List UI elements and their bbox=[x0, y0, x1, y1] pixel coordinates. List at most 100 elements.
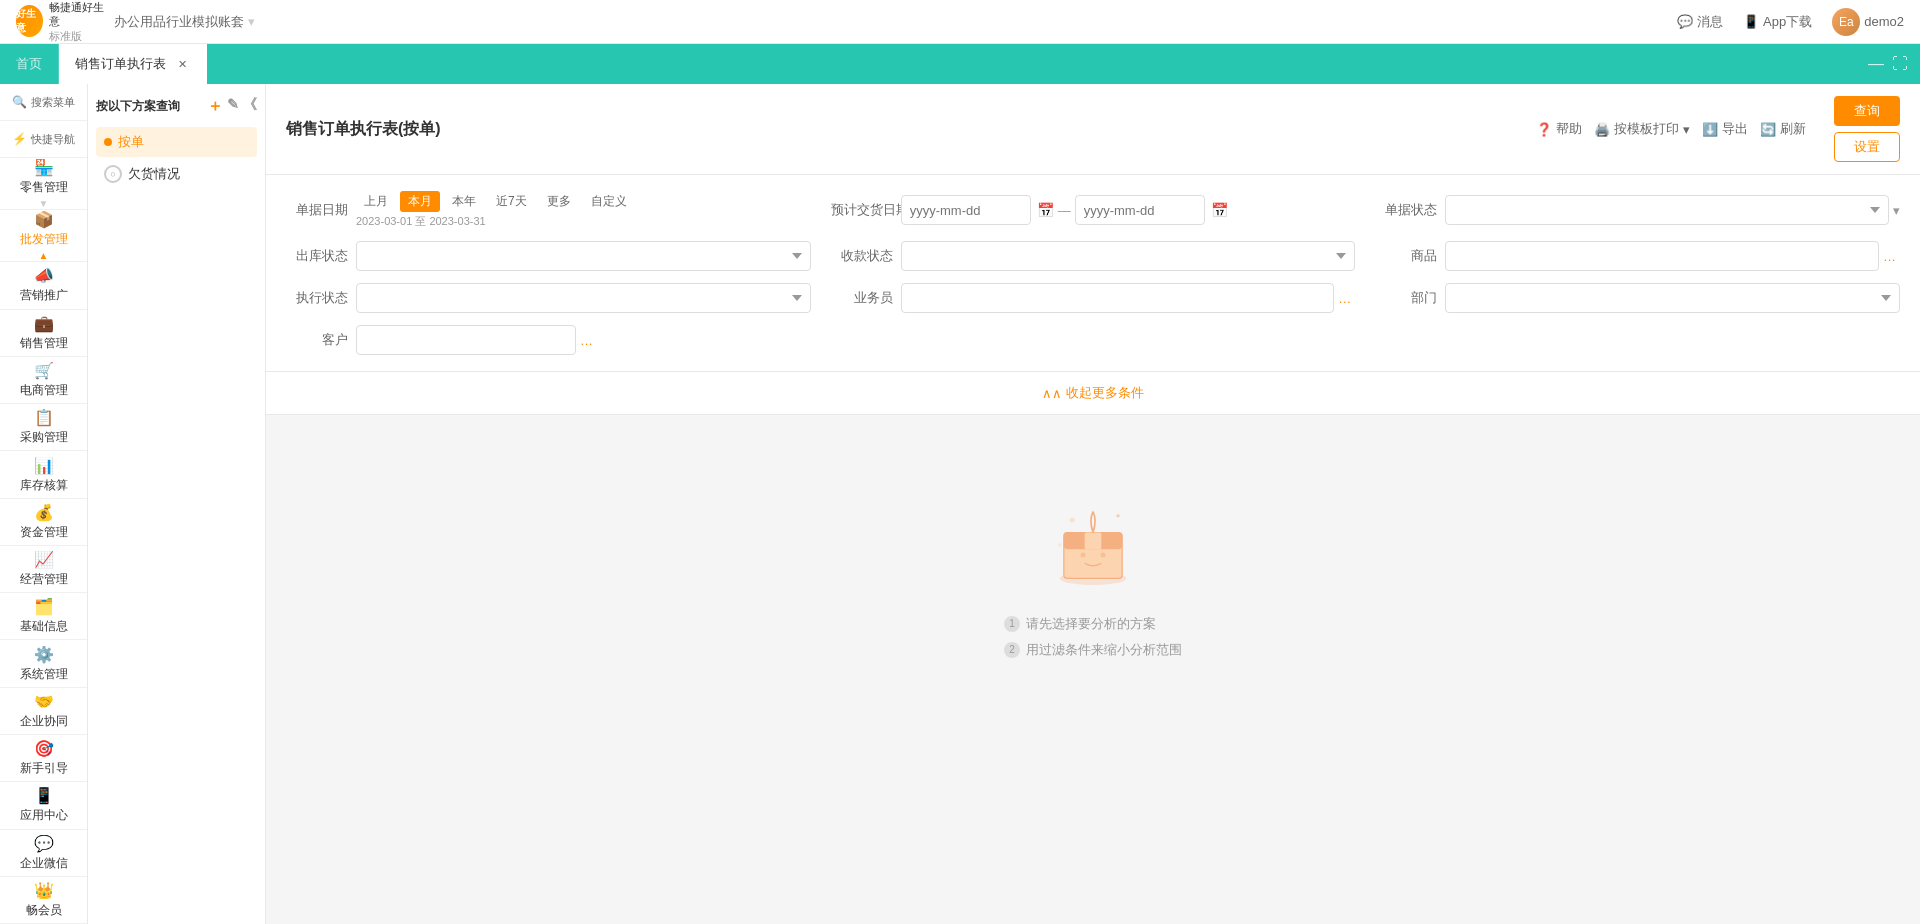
svg-rect-3 bbox=[1085, 533, 1102, 550]
maximize-window-button[interactable]: ⛶ bbox=[1892, 55, 1908, 73]
receipt-status-select[interactable] bbox=[901, 241, 1356, 271]
product-field: 商品 … bbox=[1375, 241, 1900, 271]
system-icon: ⚙️ bbox=[34, 645, 54, 664]
page-title: 销售订单执行表(按单) bbox=[286, 119, 441, 140]
dept-select[interactable] bbox=[1445, 283, 1900, 313]
sidebar-item-ecommerce[interactable]: 🛒 电商管理 bbox=[0, 357, 87, 404]
breadcrumb[interactable]: 办公用品行业模拟账套 ▾ bbox=[104, 13, 1677, 31]
print-dropdown-icon: ▾ bbox=[1683, 122, 1690, 137]
inventory-icon: 📊 bbox=[34, 456, 54, 475]
sidebar-item-marketing[interactable]: 📣 营销推广 bbox=[0, 262, 87, 309]
svg-point-4 bbox=[1070, 518, 1075, 523]
add-scheme-button[interactable]: ＋ bbox=[207, 96, 223, 117]
date-tab-this-year[interactable]: 本年 bbox=[444, 191, 484, 212]
search-icon: 🔍 bbox=[12, 95, 27, 109]
filter-row-3: 执行状态 业务员 … 部门 bbox=[286, 283, 1900, 313]
sidebar-item-system[interactable]: ⚙️ 系统管理 bbox=[0, 640, 87, 687]
sidebar-item-enterprise[interactable]: 🤝 企业协同 bbox=[0, 688, 87, 735]
empty-tip-1: 1 请先选择要分析的方案 bbox=[1004, 611, 1182, 637]
sidebar-item-finance[interactable]: 💰 资金管理 bbox=[0, 499, 87, 546]
newbie-icon: 🎯 bbox=[34, 739, 54, 758]
svg-point-7 bbox=[1081, 553, 1086, 558]
left-panel-actions: ＋ ✎ 《 bbox=[207, 96, 257, 117]
message-button[interactable]: 💬 消息 bbox=[1677, 13, 1723, 31]
edit-scheme-button[interactable]: ✎ bbox=[227, 96, 239, 117]
sidebar-item-sales[interactable]: 💼 销售管理 bbox=[0, 310, 87, 357]
scheme-item-欠货情况[interactable]: ○ 欠货情况 bbox=[96, 159, 257, 189]
filter-area: 单据日期 上月 本月 本年 近7天 更多 自定义 2023-03-01 至 20… bbox=[266, 175, 1920, 372]
tab-home[interactable]: 首页 bbox=[0, 44, 59, 84]
tip-num-1: 1 bbox=[1004, 616, 1020, 632]
tab-sales-order[interactable]: 销售订单执行表 ✕ bbox=[59, 44, 207, 84]
print-icon: 🖨️ bbox=[1594, 122, 1610, 137]
sidebar-item-member[interactable]: 👑 畅会员 bbox=[0, 877, 87, 924]
date-tab-last-7[interactable]: 近7天 bbox=[488, 191, 535, 212]
message-icon: 💬 bbox=[1677, 14, 1693, 29]
top-header: 好生意 畅捷通好生意 标准版 办公用品行业模拟账套 ▾ 💬 消息 📱 App下载… bbox=[0, 0, 1920, 44]
svg-point-6 bbox=[1058, 543, 1061, 546]
app-download-button[interactable]: 📱 App下载 bbox=[1743, 13, 1812, 31]
active-dot bbox=[104, 138, 112, 146]
sidebar-nav[interactable]: ⚡ 快捷导航 bbox=[0, 121, 87, 158]
filter-row-2: 出库状态 收款状态 商品 … bbox=[286, 241, 1900, 271]
calendar-start-icon[interactable]: 📅 bbox=[1037, 202, 1054, 218]
out-status-field: 出库状态 bbox=[286, 241, 811, 271]
expected-date-end[interactable] bbox=[1075, 195, 1205, 225]
scheme-item-按单[interactable]: 按单 bbox=[96, 127, 257, 157]
sidebar-item-basic[interactable]: 🗂️ 基础信息 bbox=[0, 593, 87, 640]
expected-date-range: 📅 — 📅 bbox=[901, 195, 1228, 225]
salesperson-more-button[interactable]: … bbox=[1334, 291, 1355, 306]
status-select[interactable] bbox=[1445, 195, 1889, 225]
sidebar-item-newbie[interactable]: 🎯 新手引导 bbox=[0, 735, 87, 782]
export-button[interactable]: ⬇️ 导出 bbox=[1702, 120, 1748, 138]
sales-icon: 💼 bbox=[34, 314, 54, 333]
finance-icon: 💰 bbox=[34, 503, 54, 522]
sidebar-item-retail[interactable]: 🏪 零售管理 ▼ bbox=[0, 158, 87, 210]
salesperson-input[interactable] bbox=[901, 283, 1335, 313]
sidebar-search[interactable]: 🔍 搜索菜单 bbox=[0, 84, 87, 121]
empty-tips: 1 请先选择要分析的方案 2 用过滤条件来缩小分析范围 bbox=[1004, 611, 1182, 663]
query-button[interactable]: 查询 bbox=[1834, 96, 1900, 126]
product-input[interactable] bbox=[1445, 241, 1879, 271]
sidebar-item-apps[interactable]: 📱 应用中心 bbox=[0, 782, 87, 829]
calendar-end-icon[interactable]: 📅 bbox=[1211, 202, 1228, 218]
refresh-button[interactable]: 🔄 刷新 bbox=[1760, 120, 1806, 138]
user-menu[interactable]: Ea demo2 bbox=[1832, 8, 1904, 36]
settings-button[interactable]: 设置 bbox=[1834, 132, 1900, 162]
date-tab-custom[interactable]: 自定义 bbox=[583, 191, 635, 212]
out-status-label: 出库状态 bbox=[286, 247, 356, 265]
tab-bar-actions: — ⛶ bbox=[1856, 44, 1920, 84]
date-tab-more[interactable]: 更多 bbox=[539, 191, 579, 212]
expand-arrow-icon: ▲ bbox=[39, 250, 49, 261]
product-more-button[interactable]: … bbox=[1879, 249, 1900, 264]
exec-status-select[interactable] bbox=[356, 283, 811, 313]
enterprise-icon: 🤝 bbox=[34, 692, 54, 711]
collapse-panel-button[interactable]: 《 bbox=[243, 96, 257, 117]
customer-more-button[interactable]: … bbox=[576, 333, 597, 348]
apps-icon: 📱 bbox=[34, 786, 54, 805]
print-button[interactable]: 🖨️ 按模板打印 ▾ bbox=[1594, 120, 1690, 138]
sidebar-item-purchase[interactable]: 📋 采购管理 bbox=[0, 404, 87, 451]
tab-bar: 首页 销售订单执行表 ✕ — ⛶ bbox=[0, 44, 1920, 84]
sidebar-item-business[interactable]: 📈 经营管理 bbox=[0, 546, 87, 593]
svg-point-8 bbox=[1101, 553, 1106, 558]
empty-illustration bbox=[1043, 495, 1143, 595]
filter-row-1: 单据日期 上月 本月 本年 近7天 更多 自定义 2023-03-01 至 20… bbox=[286, 191, 1900, 229]
collapse-button[interactable]: ∧∧ 收起更多条件 bbox=[1030, 380, 1156, 406]
date-tab-last-month[interactable]: 上月 bbox=[356, 191, 396, 212]
date-tab-this-month[interactable]: 本月 bbox=[400, 191, 440, 212]
close-tab-button[interactable]: ✕ bbox=[174, 56, 190, 72]
help-button[interactable]: ❓ 帮助 bbox=[1536, 120, 1582, 138]
main-layout: 🔍 搜索菜单 ⚡ 快捷导航 🏪 零售管理 ▼ 📦 批发管理 ▲ 📣 营销推广 💼… bbox=[0, 84, 1920, 924]
page-actions: ❓ 帮助 🖨️ 按模板打印 ▾ ⬇️ 导出 🔄 刷新 bbox=[1536, 96, 1900, 162]
sidebar-item-inventory[interactable]: 📊 库存核算 bbox=[0, 451, 87, 498]
expected-date-start[interactable] bbox=[901, 195, 1031, 225]
salesperson-label: 业务员 bbox=[831, 289, 901, 307]
expand-arrow-icon: ▼ bbox=[39, 198, 49, 209]
out-status-select[interactable] bbox=[356, 241, 811, 271]
dept-label: 部门 bbox=[1375, 289, 1445, 307]
sidebar-item-wechat[interactable]: 💬 企业微信 bbox=[0, 830, 87, 877]
sidebar-item-wholesale[interactable]: 📦 批发管理 ▲ bbox=[0, 210, 87, 262]
minimize-window-button[interactable]: — bbox=[1868, 55, 1884, 73]
customer-input[interactable] bbox=[356, 325, 576, 355]
